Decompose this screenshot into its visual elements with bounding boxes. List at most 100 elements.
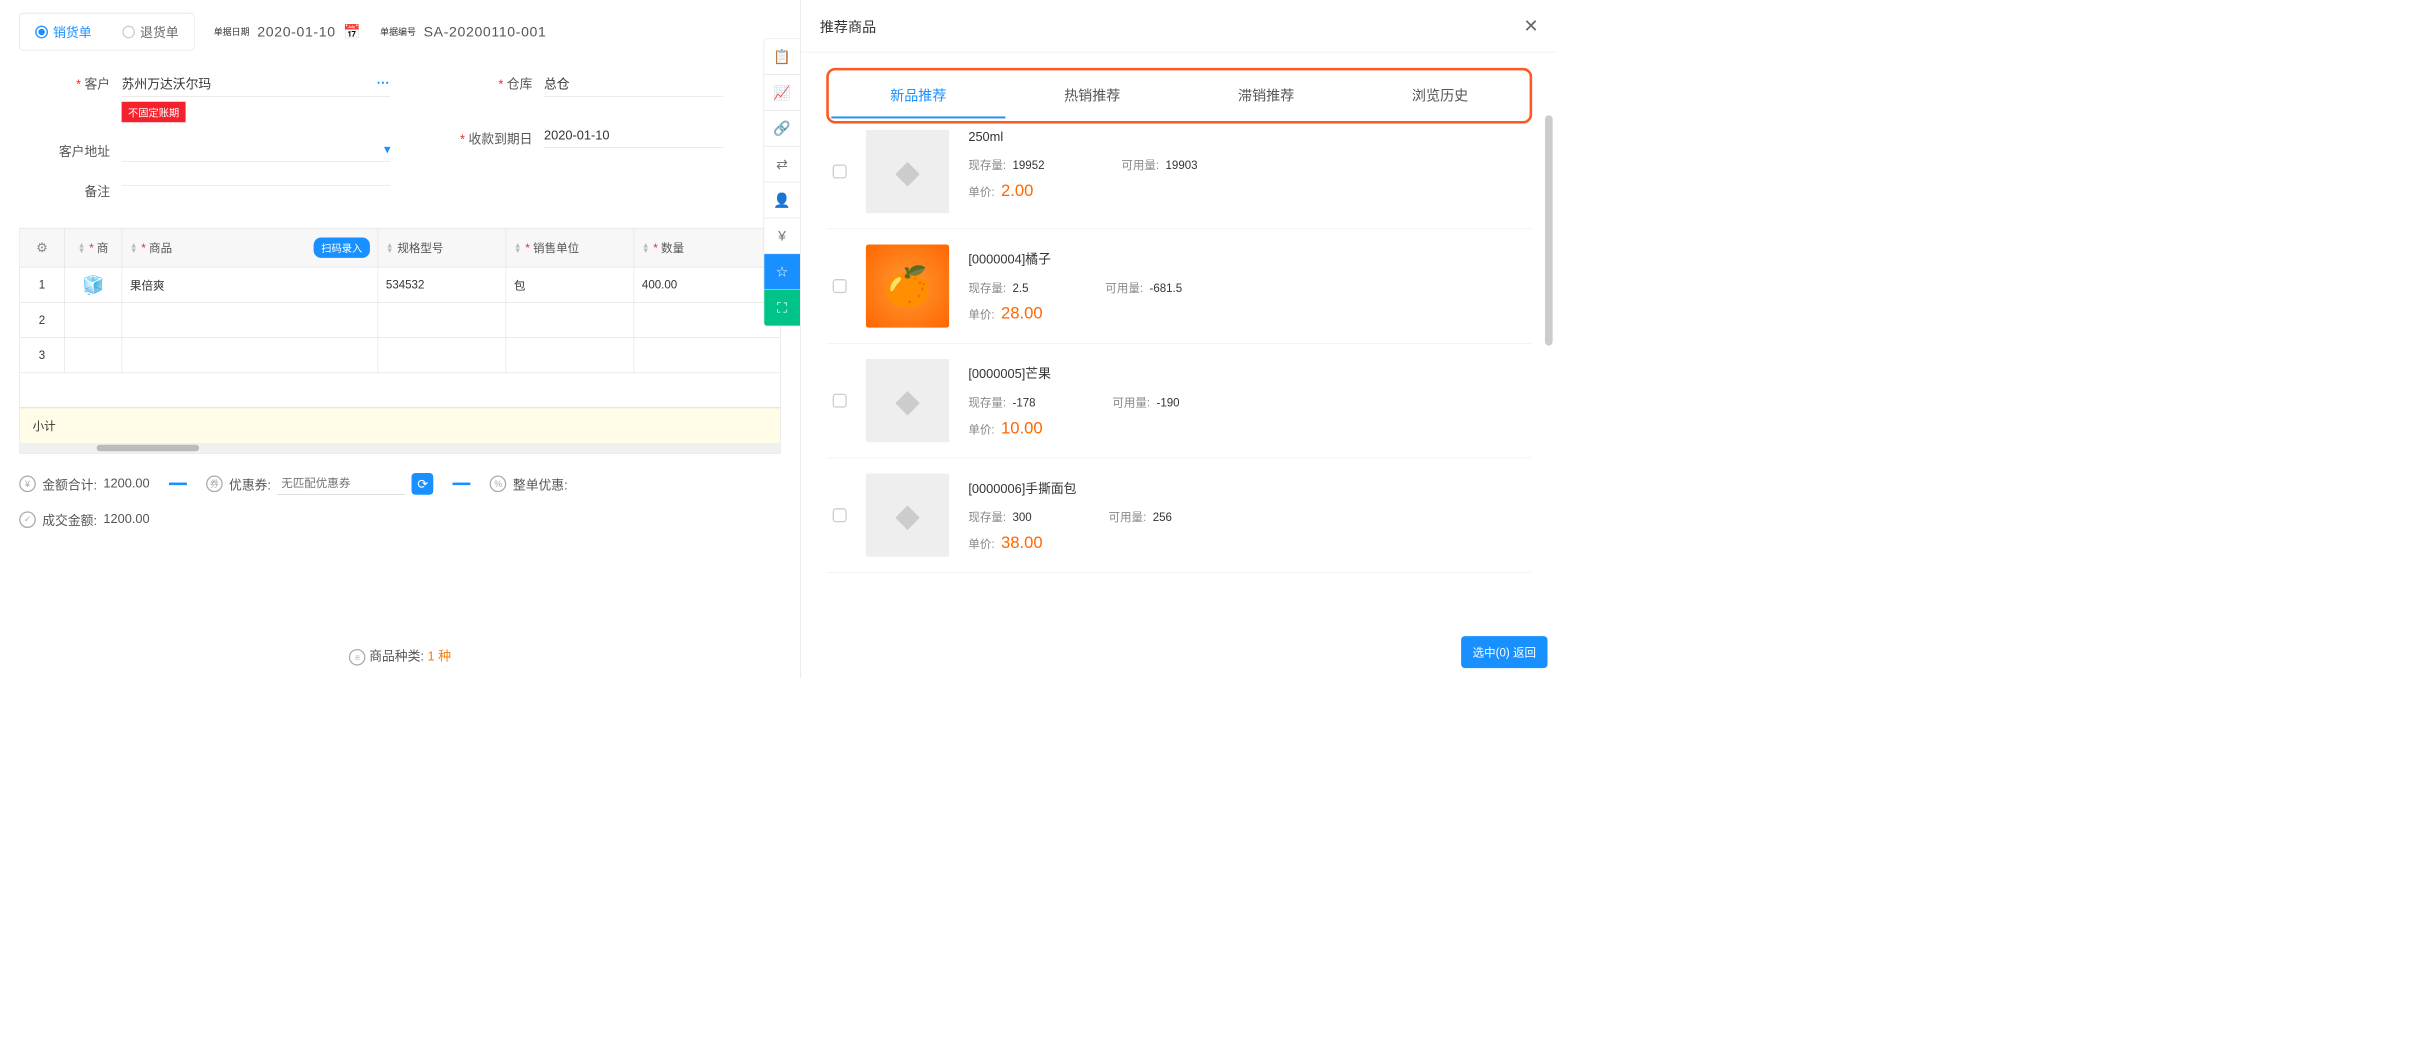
tab-history[interactable]: 浏览历史 (1353, 73, 1527, 118)
address-select[interactable]: ▾ (122, 138, 391, 162)
list-item[interactable]: ◆ 250ml 现存量:19952 可用量:19903 单价:2.00 (826, 130, 1532, 229)
list-item[interactable]: ◆ [0000006]手撕面包 现存量:300 可用量:256 单价:38.00 (826, 458, 1532, 573)
row-thumb: 🧊 (65, 268, 123, 303)
horizontal-scrollbar[interactable] (20, 443, 780, 453)
due-label: 收款到期日 (442, 125, 544, 147)
refresh-icon[interactable]: ⟳ (412, 473, 434, 495)
gear-icon: ⚙ (36, 240, 47, 256)
product-thumb: ◆ (866, 474, 949, 557)
row-name[interactable]: 果倍爽 (122, 268, 378, 303)
row-qty[interactable]: 400.00 (634, 268, 724, 303)
tool-link-icon[interactable]: 🔗 (764, 111, 800, 147)
tab-hot-recommend[interactable]: 热销推荐 (1005, 73, 1179, 118)
doc-date-label: 单据日期 (214, 25, 250, 38)
remark-input[interactable] (122, 177, 391, 185)
col-spec[interactable]: ▲▼规格型号 (378, 228, 506, 266)
radio-selected-icon (35, 25, 48, 38)
tool-expand-icon[interactable]: ⛶ (764, 290, 800, 326)
vertical-scrollbar[interactable] (1545, 115, 1553, 345)
col-unit[interactable]: ▲▼销售单位 (506, 228, 634, 266)
tab-new-recommend[interactable]: 新品推荐 (831, 73, 1005, 118)
calendar-icon[interactable]: 📅 (343, 23, 361, 40)
row-index: 3 (20, 338, 65, 373)
product-name: 250ml (968, 130, 1525, 145)
minus-icon (453, 483, 471, 486)
product-name: [0000005]芒果 (968, 364, 1525, 383)
close-icon[interactable]: ✕ (1524, 15, 1539, 36)
discount-icon: % (490, 476, 507, 493)
customer-select[interactable]: 苏州万达沃尔玛 ⋯ (122, 70, 391, 97)
list-item[interactable]: ◆ [0000005]芒果 现存量:-178 可用量:-190 单价:10.00 (826, 344, 1532, 459)
table-row[interactable] (20, 373, 780, 408)
tool-currency-icon[interactable]: ¥ (764, 218, 800, 254)
product-name: [0000006]手撕面包 (968, 478, 1525, 497)
order-discount[interactable]: % 整单优惠: (490, 475, 568, 494)
panel-title: 推荐商品 (820, 16, 876, 36)
tool-star-icon[interactable]: ☆ (764, 254, 800, 290)
remark-label: 备注 (19, 177, 121, 199)
product-price: 28.00 (1001, 303, 1043, 322)
tool-chart-icon[interactable]: 📈 (764, 75, 800, 111)
select-return-button[interactable]: 选中(0) 返回 (1461, 636, 1547, 668)
warehouse-select[interactable]: 总仓 (544, 70, 723, 97)
customer-label: 客户 (19, 70, 121, 92)
recommend-tabs: 新品推荐 热销推荐 滞销推荐 浏览历史 (826, 68, 1532, 124)
product-thumb: 🍊 (866, 244, 949, 327)
table-row[interactable]: 1 🧊 果倍爽 534532 包 400.00 (20, 268, 780, 303)
product-price: 38.00 (1001, 532, 1043, 551)
sort-icon: ▲▼ (78, 243, 86, 253)
col-product[interactable]: ▲▼商品扫码录入 (122, 228, 378, 266)
tool-note-icon[interactable]: 📋 (764, 39, 800, 75)
product-thumb: ◆ (866, 359, 949, 442)
coupon-input[interactable] (277, 473, 405, 495)
minus-icon (169, 483, 187, 486)
total-amount: ¥ 金额合计: 1200.00 (19, 475, 149, 494)
col-settings[interactable]: ⚙ (20, 228, 65, 266)
table-row[interactable]: 2 (20, 303, 780, 338)
doc-date-field[interactable]: 单据日期 2020-01-10 📅 (214, 23, 361, 40)
customer-badge: 不固定账期 (122, 102, 186, 122)
tool-person-icon[interactable]: 👤 (764, 182, 800, 218)
tool-exchange-icon[interactable]: ⇄ (764, 147, 800, 183)
product-list[interactable]: ◆ 250ml 现存量:19952 可用量:19903 单价:2.00 🍊 [0… (801, 130, 1558, 678)
deal-amount: ✓ 成交金额: 1200.00 (19, 510, 149, 529)
due-date-input[interactable]: 2020-01-10 (544, 125, 723, 148)
tab-return-label: 退货单 (140, 22, 178, 41)
customer-value: 苏州万达沃尔玛 (122, 74, 212, 93)
address-label: 客户地址 (19, 138, 121, 160)
chevron-down-icon[interactable]: ▾ (384, 141, 390, 157)
row-spec[interactable]: 534532 (378, 268, 506, 303)
yen-icon: ¥ (19, 476, 36, 493)
product-name: [0000004]橘子 (968, 249, 1525, 268)
tab-sales-label: 销货单 (53, 22, 91, 41)
tab-sales-order[interactable]: 销货单 (20, 13, 107, 49)
side-toolbar: 📋 📈 🔗 ⇄ 👤 ¥ ☆ ⛶ (764, 38, 800, 326)
col-image[interactable]: ▲▼商 (65, 228, 123, 266)
tab-slow-recommend[interactable]: 滞销推荐 (1179, 73, 1353, 118)
row-unit[interactable]: 包 (506, 268, 634, 303)
warehouse-value: 总仓 (544, 74, 570, 93)
list-item[interactable]: 🍊 [0000004]橘子 现存量:2.5 可用量:-681.5 单价:28.0… (826, 229, 1532, 344)
items-grid: ⚙ ▲▼商 ▲▼商品扫码录入 ▲▼规格型号 ▲▼销售单位 ▲▼数量 1 🧊 果倍… (19, 228, 781, 454)
subtotal-row: 小计 (20, 408, 780, 443)
checkbox[interactable] (833, 279, 847, 293)
sort-icon: ▲▼ (130, 243, 138, 253)
table-row[interactable]: 3 (20, 338, 780, 373)
radio-unselected-icon (122, 25, 135, 38)
doc-date-value: 2020-01-10 (257, 23, 335, 40)
coupon-icon: 券 (206, 476, 223, 493)
tab-return-order[interactable]: 退货单 (107, 13, 194, 49)
col-qty[interactable]: ▲▼数量 (634, 228, 724, 266)
due-value: 2020-01-10 (544, 129, 609, 144)
checkbox[interactable] (833, 164, 847, 178)
scan-entry-button[interactable]: 扫码录入 (314, 237, 370, 257)
doc-no-field: 单据编号 SA-20200110-001 (380, 23, 546, 40)
sort-icon: ▲▼ (642, 243, 650, 253)
more-icon[interactable]: ⋯ (376, 75, 390, 91)
product-thumb: ◆ (866, 130, 949, 213)
order-type-tabs: 销货单 退货单 (19, 13, 194, 51)
product-price: 2.00 (1001, 180, 1033, 199)
checkbox[interactable] (833, 394, 847, 408)
checkbox[interactable] (833, 508, 847, 522)
sort-icon: ▲▼ (386, 243, 394, 253)
